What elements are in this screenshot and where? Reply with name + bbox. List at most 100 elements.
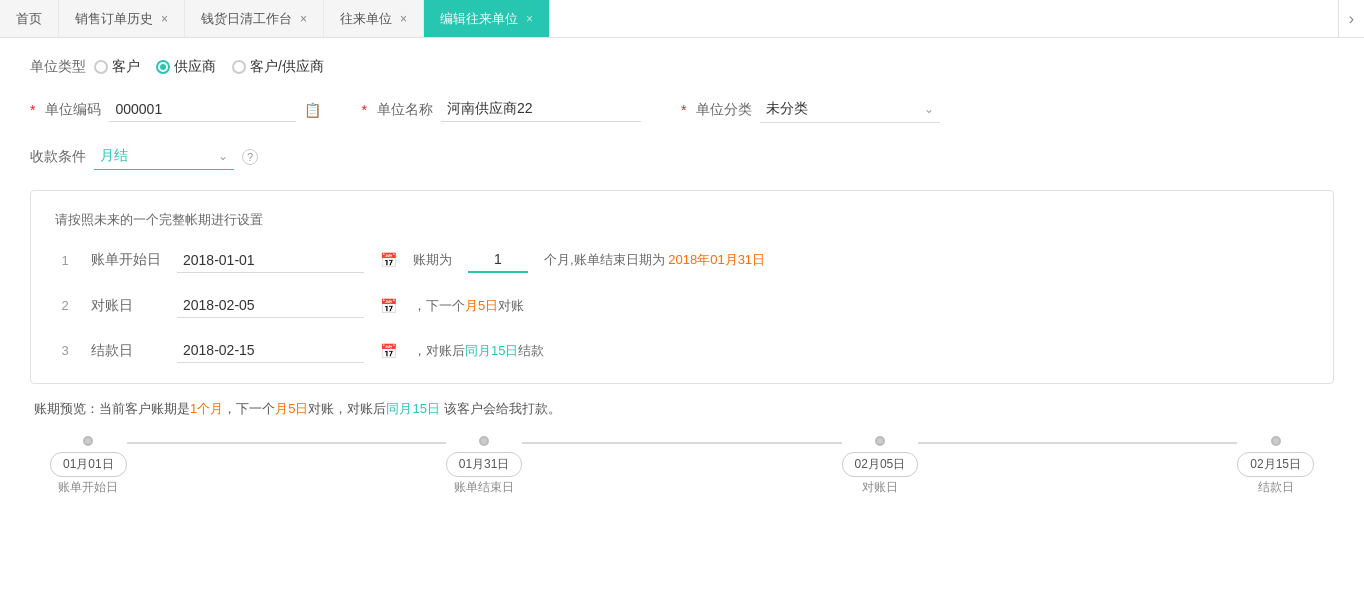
timeline-date-1: 01月01日 [50,452,127,477]
period-desc-1b: 个月,账单结束日期为 2018年01月31日 [544,251,765,269]
period-highlight-3: 同月15日 [465,343,518,358]
timeline-node-3: 02月05日 对账日 [842,436,919,496]
period-row-3: 3 结款日 📅 ，对账后同月15日结款 [55,338,1309,363]
period-suffix-2: 对账 [498,298,524,313]
tab-home-label: 首页 [16,10,42,28]
unit-name-star: * [361,102,366,118]
period-label-1: 账单开始日 [91,251,161,269]
tab-edit-partner[interactable]: 编辑往来单位 × [424,0,550,37]
unit-type-group: 单位类型 客户 供应商 客户/供应商 [30,58,324,76]
unit-category-star: * [681,102,686,118]
period-title: 请按照未来的一个完整帐期进行设置 [55,211,1309,229]
period-suffix-3: 结款 [518,343,544,358]
period-highlight-2: 月5日 [465,298,498,313]
radio-customer[interactable]: 客户 [94,58,140,76]
unit-type-row: 单位类型 客户 供应商 客户/供应商 [30,58,1334,76]
unit-category-group: * 单位分类 未分类 ⌄ [681,96,940,123]
timeline-label-2: 账单结束日 [454,479,514,496]
unit-info-row: * 单位编码 📋 * 单位名称 * 单位分类 未分类 ⌄ [30,96,1334,123]
payment-terms-dropdown[interactable]: 月结 ⌄ [94,143,234,170]
tabs-bar: 首页 销售订单历史 × 钱货日清工作台 × 往来单位 × 编辑往来单位 × › [0,0,1364,38]
tab-partner-units[interactable]: 往来单位 × [324,0,424,37]
timeline-label-1: 账单开始日 [58,479,118,496]
period-num-1: 1 [55,253,75,268]
timeline-line-1 [127,442,446,444]
month-input[interactable] [468,247,528,273]
radio-supplier[interactable]: 供应商 [156,58,216,76]
period-cal-icon-2[interactable]: 📅 [380,298,397,314]
period-cal-icon-3[interactable]: 📅 [380,343,397,359]
timeline-dot-2 [479,436,489,446]
radio-supplier-circle [156,60,170,74]
tabs-arrow[interactable]: › [1338,0,1364,37]
period-desc-3: ，对账后同月15日结款 [413,342,544,360]
unit-type-label: 单位类型 [30,58,86,76]
tab-partner-units-label: 往来单位 [340,10,392,28]
period-end-date-1: 2018年01月31日 [668,252,765,267]
preview-part3: 同月15日 [386,401,439,416]
radio-both-circle [232,60,246,74]
period-desc-1a: 账期为 [413,251,452,269]
period-date-input-1[interactable] [177,248,364,273]
unit-code-star: * [30,102,35,118]
period-date-input-2[interactable] [177,293,364,318]
tab-cashflow[interactable]: 钱货日清工作台 × [185,0,324,37]
preview-part1: 1个月 [190,401,223,416]
radio-both[interactable]: 客户/供应商 [232,58,324,76]
timeline-line-2 [522,442,841,444]
main-content: 单位类型 客户 供应商 客户/供应商 * 单位编码 [0,38,1364,608]
preview-sep2: 对账，对账后 [308,401,386,416]
period-date-input-3[interactable] [177,338,364,363]
period-prefix-3: ，对账后 [413,343,465,358]
payment-terms-label: 收款条件 [30,148,86,166]
period-prefix-2: ，下一个 [413,298,465,313]
radio-customer-label: 客户 [112,58,140,76]
unit-category-label: 单位分类 [696,101,752,119]
unit-name-group: * 单位名称 [361,97,640,122]
period-num-2: 2 [55,298,75,313]
tab-sales-history-label: 销售订单历史 [75,10,153,28]
unit-code-label: 单位编码 [45,101,101,119]
payment-terms-group: 收款条件 月结 ⌄ ? [30,143,258,170]
tab-sales-history-close[interactable]: × [161,12,168,26]
unit-category-select[interactable]: 未分类 ⌄ [760,96,940,123]
payment-terms-arrow: ⌄ [218,149,228,163]
tab-sales-history[interactable]: 销售订单历史 × [59,0,185,37]
tab-edit-partner-label: 编辑往来单位 [440,10,518,28]
radio-supplier-label: 供应商 [174,58,216,76]
preview-sep1: ，下一个 [223,401,275,416]
tab-partner-units-close[interactable]: × [400,12,407,26]
unit-code-input[interactable] [109,97,296,122]
timeline-node-2: 01月31日 账单结束日 [446,436,523,496]
period-suffix-1: 个月,账单结束日期为 [544,252,665,267]
tab-cashflow-close[interactable]: × [300,12,307,26]
timeline-label-3: 对账日 [862,479,898,496]
help-icon[interactable]: ? [242,149,258,165]
timeline-date-2: 01月31日 [446,452,523,477]
unit-category-value: 未分类 [766,100,924,118]
timeline-dot-4 [1271,436,1281,446]
timeline-wrapper: 01月01日 账单开始日 01月31日 账单结束日 02月05日 对账日 [30,436,1334,496]
tab-home[interactable]: 首页 [0,0,59,37]
period-row-1: 1 账单开始日 📅 账期为 个月,账单结束日期为 2018年01月31日 [55,247,1309,273]
timeline-label-4: 结款日 [1258,479,1294,496]
tab-cashflow-label: 钱货日清工作台 [201,10,292,28]
unit-name-input[interactable] [441,97,641,122]
unit-type-radio-group: 客户 供应商 客户/供应商 [94,58,324,76]
timeline-date-3: 02月05日 [842,452,919,477]
period-num-3: 3 [55,343,75,358]
timeline-line-3 [918,442,1237,444]
unit-code-group: * 单位编码 📋 [30,97,321,122]
period-label-3: 结款日 [91,342,161,360]
unit-name-label: 单位名称 [377,101,433,119]
preview-text: 账期预览：当前客户账期是1个月，下一个月5日对账，对账后同月15日 该客户会给我… [30,400,1334,418]
payment-terms-row: 收款条件 月结 ⌄ ? [30,143,1334,170]
payment-terms-value: 月结 [100,147,214,165]
period-desc-2: ，下一个月5日对账 [413,297,524,315]
timeline-dot-1 [83,436,93,446]
unit-code-icon[interactable]: 📋 [304,102,321,118]
radio-customer-circle [94,60,108,74]
preview-label: 账期预览：当前客户账期是 [34,401,190,416]
period-cal-icon-1[interactable]: 📅 [380,252,397,268]
tab-edit-partner-close[interactable]: × [526,12,533,26]
